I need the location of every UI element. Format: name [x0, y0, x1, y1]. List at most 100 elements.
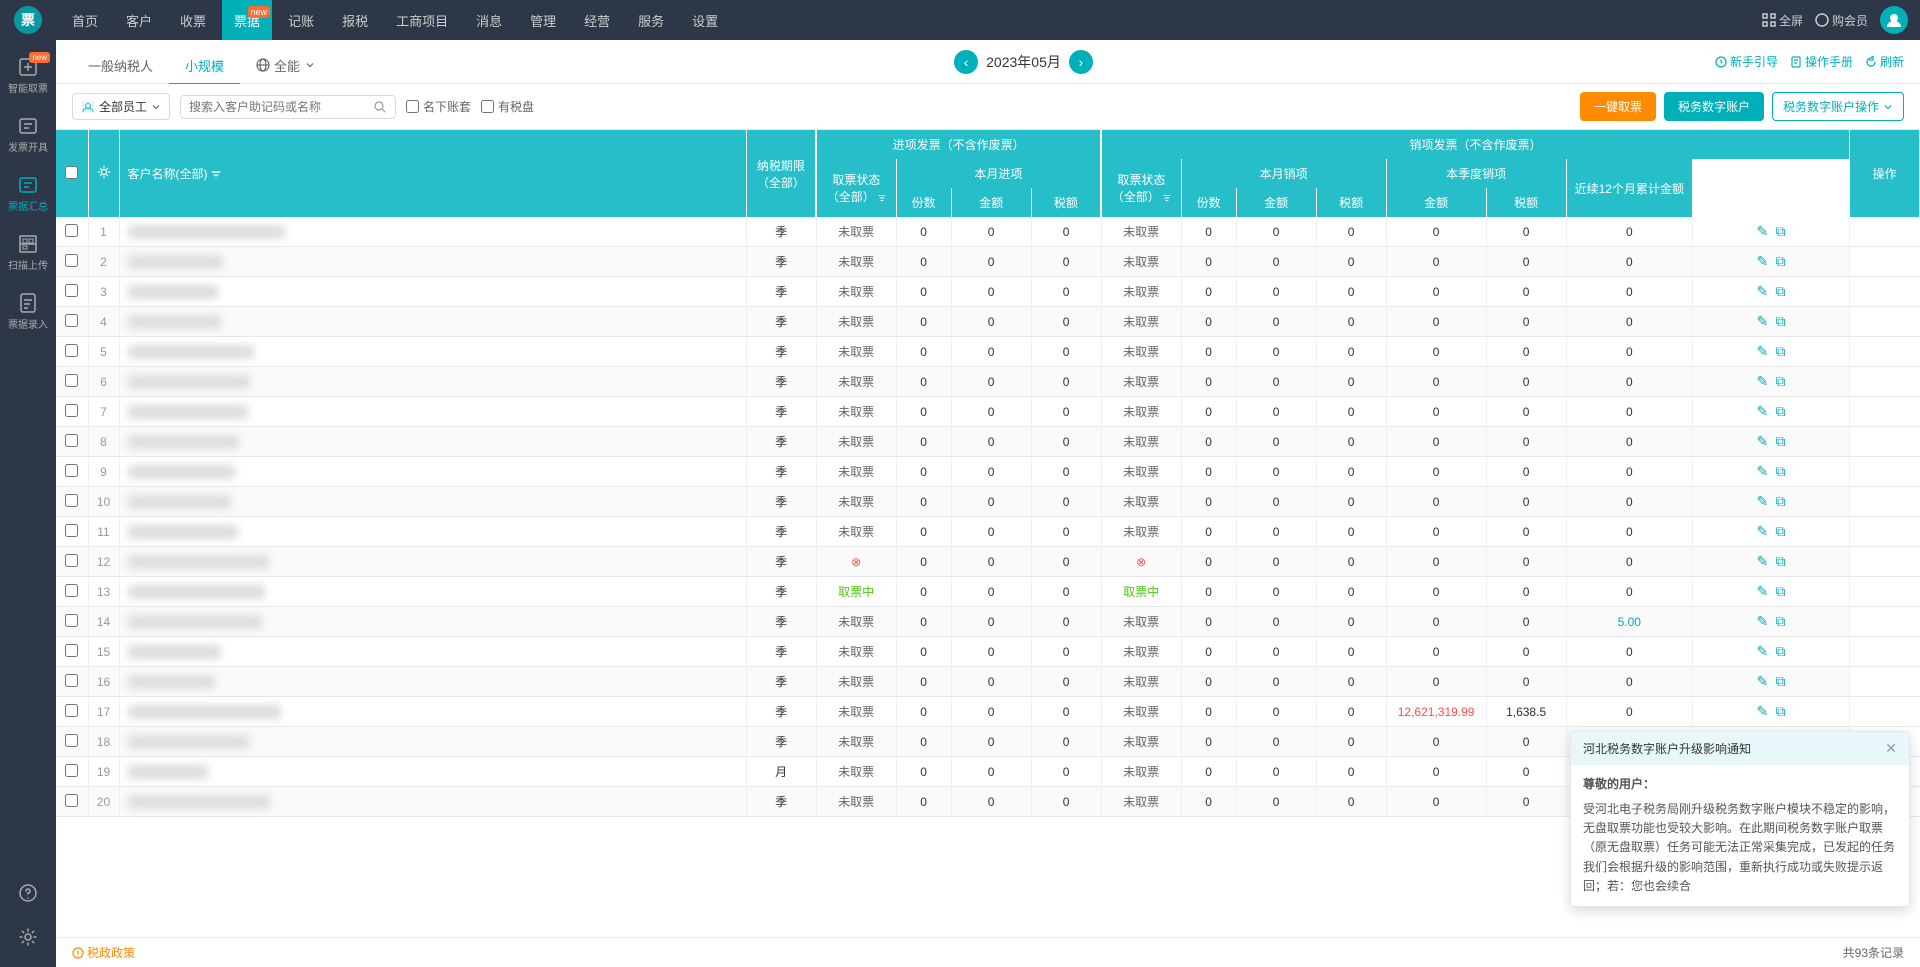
row-out-status[interactable]: 取票中 — [1101, 577, 1181, 607]
row-checkbox-20[interactable] — [65, 794, 78, 807]
sidebar-item-record[interactable]: 票据录入 — [0, 284, 56, 339]
row-out-status[interactable]: 未取票 — [1101, 217, 1181, 247]
row-out-status[interactable]: 未取票 — [1101, 457, 1181, 487]
th-in-fetch-status[interactable]: 取票状态（全部） — [816, 159, 896, 217]
row-checkbox-3[interactable] — [65, 284, 78, 297]
row-in-status[interactable]: 未取票 — [816, 217, 896, 247]
period-prev-btn[interactable]: ‹ — [954, 50, 978, 74]
edit-btn-1[interactable]: ✎ — [1756, 223, 1768, 239]
row-out-status[interactable]: 未取票 — [1101, 397, 1181, 427]
under-ledger-filter[interactable]: 名下账套 — [406, 98, 471, 115]
copy-btn-8[interactable]: ⧉ — [1776, 433, 1786, 449]
row-in-status[interactable]: 未取票 — [816, 727, 896, 757]
row-checkbox-2[interactable] — [65, 254, 78, 267]
row-checkbox-8[interactable] — [65, 434, 78, 447]
refresh-btn[interactable]: 刷新 — [1865, 53, 1904, 70]
copy-btn-10[interactable]: ⧉ — [1776, 493, 1786, 509]
row-in-status[interactable]: 未取票 — [816, 277, 896, 307]
row-checkbox-12[interactable] — [65, 554, 78, 567]
tab-small-scale[interactable]: 小规模 — [169, 47, 240, 85]
row-in-status[interactable]: ⊗ — [816, 547, 896, 577]
sidebar-item-scan[interactable]: 扫描上传 — [0, 225, 56, 280]
row-checkbox-6[interactable] — [65, 374, 78, 387]
edit-btn-17[interactable]: ✎ — [1756, 703, 1768, 719]
row-checkbox-17[interactable] — [65, 704, 78, 717]
sidebar-item-summary[interactable]: 票据汇总 — [0, 166, 56, 221]
tax-policy-link[interactable]: 税政政策 — [72, 944, 135, 961]
row-in-status[interactable]: 未取票 — [816, 757, 896, 787]
copy-btn-3[interactable]: ⧉ — [1776, 283, 1786, 299]
new-guide-btn[interactable]: 新手引导 — [1715, 53, 1778, 70]
copy-btn-1[interactable]: ⧉ — [1776, 223, 1786, 239]
row-out-status[interactable]: 未取票 — [1101, 487, 1181, 517]
nav-tax[interactable]: 报税 — [330, 0, 380, 40]
period-next-btn[interactable]: › — [1069, 50, 1093, 74]
nav-business[interactable]: 工商项目 — [384, 0, 460, 40]
copy-btn-7[interactable]: ⧉ — [1776, 403, 1786, 419]
row-out-status[interactable]: 未取票 — [1101, 727, 1181, 757]
row-in-status[interactable]: 未取票 — [816, 667, 896, 697]
nav-settings[interactable]: 设置 — [680, 0, 730, 40]
row-out-status[interactable]: 未取票 — [1101, 247, 1181, 277]
sidebar-item-help[interactable] — [14, 875, 42, 911]
row-in-status[interactable]: 未取票 — [816, 637, 896, 667]
edit-btn-10[interactable]: ✎ — [1756, 493, 1768, 509]
tab-all[interactable]: 全能 — [240, 47, 332, 85]
client-search-input[interactable] — [189, 100, 369, 114]
row-checkbox-9[interactable] — [65, 464, 78, 477]
sidebar-item-open-invoice[interactable]: 发票开具 — [0, 107, 56, 162]
copy-btn-17[interactable]: ⧉ — [1776, 703, 1786, 719]
row-checkbox-11[interactable] — [65, 524, 78, 537]
row-checkbox-5[interactable] — [65, 344, 78, 357]
edit-btn-2[interactable]: ✎ — [1756, 253, 1768, 269]
row-in-status[interactable]: 未取票 — [816, 307, 896, 337]
copy-btn-9[interactable]: ⧉ — [1776, 463, 1786, 479]
edit-btn-7[interactable]: ✎ — [1756, 403, 1768, 419]
copy-btn-12[interactable]: ⧉ — [1776, 553, 1786, 569]
row-out-status[interactable]: 未取票 — [1101, 667, 1181, 697]
row-checkbox-10[interactable] — [65, 494, 78, 507]
under-ledger-checkbox[interactable] — [406, 100, 419, 113]
edit-btn-12[interactable]: ✎ — [1756, 553, 1768, 569]
notif-close-btn[interactable]: ✕ — [1885, 740, 1897, 757]
row-in-status[interactable]: 未取票 — [816, 397, 896, 427]
has-tax-disk-filter[interactable]: 有税盘 — [481, 98, 534, 115]
row-checkbox-18[interactable] — [65, 734, 78, 747]
member-btn[interactable]: 购会员 — [1815, 12, 1868, 29]
row-checkbox-1[interactable] — [65, 224, 78, 237]
client-search-box[interactable] — [180, 95, 396, 119]
copy-btn-13[interactable]: ⧉ — [1776, 583, 1786, 599]
edit-btn-5[interactable]: ✎ — [1756, 343, 1768, 359]
row-in-status[interactable]: 取票中 — [816, 577, 896, 607]
nav-bookkeeping[interactable]: 记账 — [276, 0, 326, 40]
nav-service[interactable]: 服务 — [626, 0, 676, 40]
row-in-status[interactable]: 未取票 — [816, 337, 896, 367]
row-checkbox-14[interactable] — [65, 614, 78, 627]
th-client-name[interactable]: 客户名称(全部) — [119, 130, 746, 217]
employee-filter[interactable]: 全部员工 — [72, 93, 170, 120]
th-tax-period[interactable]: 纳税期限（全部） — [746, 130, 816, 217]
copy-btn-2[interactable]: ⧉ — [1776, 253, 1786, 269]
row-in-status[interactable]: 未取票 — [816, 427, 896, 457]
copy-btn-15[interactable]: ⧉ — [1776, 643, 1786, 659]
copy-btn-14[interactable]: ⧉ — [1776, 613, 1786, 629]
nav-client[interactable]: 客户 — [114, 0, 164, 40]
nav-receipt[interactable]: 收票 — [168, 0, 218, 40]
row-in-status[interactable]: 未取票 — [816, 697, 896, 727]
row-in-status[interactable]: 未取票 — [816, 247, 896, 277]
user-avatar[interactable] — [1880, 6, 1908, 34]
row-out-status[interactable]: 未取票 — [1101, 787, 1181, 817]
row-out-status[interactable]: 未取票 — [1101, 517, 1181, 547]
copy-btn-16[interactable]: ⧉ — [1776, 673, 1786, 689]
row-out-status[interactable]: 未取票 — [1101, 337, 1181, 367]
nav-home[interactable]: 首页 — [60, 0, 110, 40]
logo[interactable]: 票 — [12, 4, 44, 36]
row-out-status[interactable]: 未取票 — [1101, 637, 1181, 667]
row-in-status[interactable]: 未取票 — [816, 607, 896, 637]
one-click-fetch-btn[interactable]: 一键取票 — [1580, 92, 1656, 121]
manual-btn[interactable]: 操作手册 — [1790, 53, 1853, 70]
row-in-status[interactable]: 未取票 — [816, 787, 896, 817]
edit-btn-14[interactable]: ✎ — [1756, 613, 1768, 629]
row-out-status[interactable]: 未取票 — [1101, 427, 1181, 457]
has-tax-disk-checkbox[interactable] — [481, 100, 494, 113]
